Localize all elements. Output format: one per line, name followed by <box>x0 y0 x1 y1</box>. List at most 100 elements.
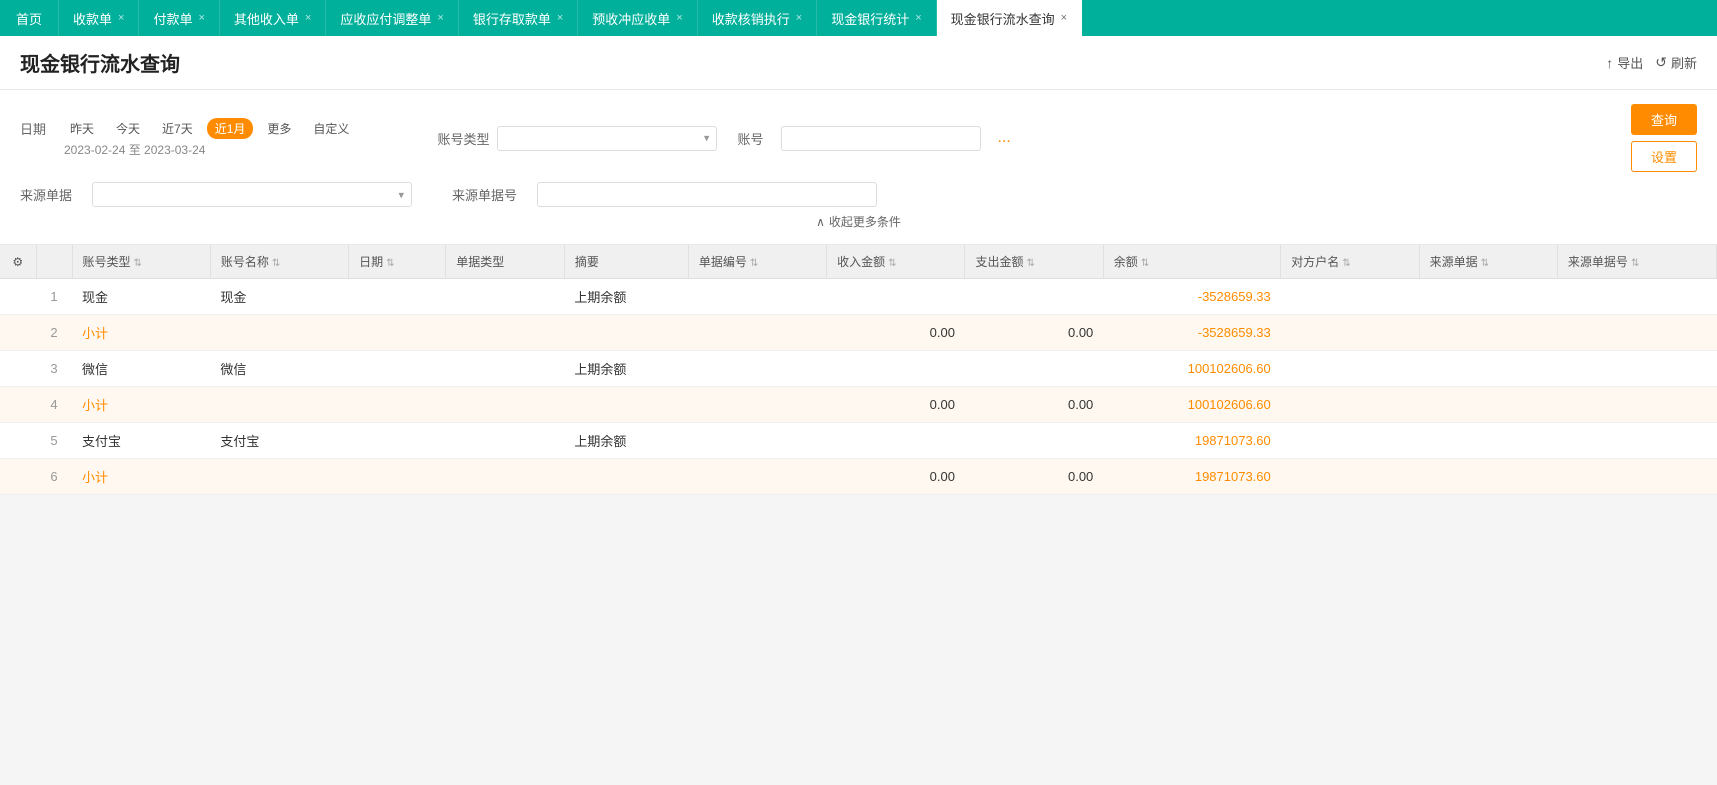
cell-account-type: 现金 <box>72 279 210 315</box>
cell-date <box>349 279 446 315</box>
account-filter: 账号 ... <box>737 126 1018 151</box>
date-range-display: 2023-02-24 至 2023-03-24 <box>64 143 205 157</box>
col-account-type[interactable]: 账号类型⇅ <box>72 245 210 279</box>
col-source-doc[interactable]: 来源单据⇅ <box>1419 245 1557 279</box>
close-icon[interactable]: × <box>118 12 124 24</box>
cell-source-doc-no <box>1557 387 1716 423</box>
col-counterpart[interactable]: 对方户名⇅ <box>1281 245 1419 279</box>
source-doc-select[interactable] <box>92 182 412 207</box>
cell-date <box>349 387 446 423</box>
cell-income <box>827 351 965 387</box>
cell-summary <box>564 315 688 351</box>
nav-home[interactable]: 首页 <box>0 0 59 36</box>
close-icon[interactable]: × <box>796 12 802 24</box>
cell-expense: 0.00 <box>965 315 1103 351</box>
nav-tab-收款单[interactable]: 收款单 × <box>59 0 139 36</box>
cell-account-type: 小计 <box>72 315 210 351</box>
source-doc-no-input[interactable] <box>537 182 877 207</box>
cell-date <box>349 459 446 495</box>
cell-account-name: 支付宝 <box>210 423 348 459</box>
page-header: 现金银行流水查询 ↑ 导出 ↺ 刷新 <box>0 36 1717 90</box>
cell-settings <box>0 387 36 423</box>
nav-tab-银行存取款单[interactable]: 银行存取款单 × <box>459 0 578 36</box>
close-icon[interactable]: × <box>676 12 682 24</box>
cell-account-type: 微信 <box>72 351 210 387</box>
collapse-bar[interactable]: ∧ 收起更多条件 <box>20 207 1697 234</box>
cell-source-doc-no <box>1557 279 1716 315</box>
close-icon[interactable]: × <box>305 12 311 24</box>
account-dots-button[interactable]: ... <box>989 127 1018 149</box>
cell-num: 4 <box>36 387 72 423</box>
col-account-name[interactable]: 账号名称⇅ <box>210 245 348 279</box>
settings-icon[interactable]: ⚙ <box>12 255 23 269</box>
nav-tab-现金银行统计[interactable]: 现金银行统计 × <box>817 0 936 36</box>
cell-account-name: 微信 <box>210 351 348 387</box>
col-date[interactable]: 日期⇅ <box>349 245 446 279</box>
close-icon[interactable]: × <box>557 12 563 24</box>
settings-button[interactable]: 设置 <box>1631 141 1697 172</box>
page-title: 现金银行流水查询 <box>20 48 180 77</box>
cell-counterpart <box>1281 459 1419 495</box>
col-balance[interactable]: 余额⇅ <box>1103 245 1280 279</box>
cell-doc-type <box>446 315 565 351</box>
table-row: 6 小计 0.00 0.00 19871073.60 <box>0 459 1717 495</box>
query-button[interactable]: 查询 <box>1631 104 1697 135</box>
nav-tab-现金银行流水查询[interactable]: 现金银行流水查询 × <box>937 0 1082 36</box>
cell-num: 1 <box>36 279 72 315</box>
nav-tab-应收应付调整单[interactable]: 应收应付调整单 × <box>326 0 458 36</box>
source-doc-no-label: 来源单据号 <box>452 185 517 204</box>
source-doc-select-wrapper <box>92 182 412 207</box>
refresh-button[interactable]: ↺ 刷新 <box>1655 53 1697 72</box>
table-row: 1 现金 现金 上期余额 -3528659.33 <box>0 279 1717 315</box>
account-type-select[interactable] <box>497 126 717 151</box>
cell-account-name <box>210 459 348 495</box>
table-row: 4 小计 0.00 0.00 100102606.60 <box>0 387 1717 423</box>
date-btn-yesterday[interactable]: 昨天 <box>62 118 102 139</box>
cell-source-doc <box>1419 423 1557 459</box>
table-row: 5 支付宝 支付宝 上期余额 19871073.60 <box>0 423 1717 459</box>
date-filter-block: 日期 昨天 今天 近7天 近1月 更多 自定义 2023-02-24 至 202… <box>20 118 357 158</box>
cell-expense: 0.00 <box>965 387 1103 423</box>
col-income[interactable]: 收入金额⇅ <box>827 245 965 279</box>
nav-tab-付款单[interactable]: 付款单 × <box>139 0 219 36</box>
col-settings: ⚙ <box>0 245 36 279</box>
cell-counterpart <box>1281 351 1419 387</box>
cell-expense <box>965 423 1103 459</box>
col-expense[interactable]: 支出金额⇅ <box>965 245 1103 279</box>
cell-counterpart <box>1281 423 1419 459</box>
date-btn-more[interactable]: 更多 <box>259 118 299 139</box>
cell-source-doc-no <box>1557 423 1716 459</box>
nav-tab-预收冲应收单[interactable]: 预收冲应收单 × <box>578 0 697 36</box>
account-input[interactable] <box>781 126 981 151</box>
close-icon[interactable]: × <box>198 12 204 24</box>
cell-income: 0.00 <box>827 315 965 351</box>
collapse-label: 收起更多条件 <box>829 213 901 230</box>
cell-summary: 上期余额 <box>564 351 688 387</box>
date-btn-7days[interactable]: 近7天 <box>154 118 201 139</box>
cell-income <box>827 279 965 315</box>
cell-doc-type <box>446 459 565 495</box>
col-doc-no[interactable]: 单据编号⇅ <box>688 245 826 279</box>
close-icon[interactable]: × <box>915 12 921 24</box>
source-doc-label: 来源单据 <box>20 185 72 204</box>
cell-account-name: 现金 <box>210 279 348 315</box>
date-btn-custom[interactable]: 自定义 <box>305 118 357 139</box>
close-icon[interactable]: × <box>1061 12 1067 24</box>
date-btn-1month[interactable]: 近1月 <box>207 118 254 139</box>
cell-source-doc-no <box>1557 315 1716 351</box>
nav-tab-其他收入单[interactable]: 其他收入单 × <box>220 0 326 36</box>
date-btn-today[interactable]: 今天 <box>108 118 148 139</box>
cell-num: 5 <box>36 423 72 459</box>
cell-settings <box>0 423 36 459</box>
col-source-doc-no[interactable]: 来源单据号⇅ <box>1557 245 1716 279</box>
cell-source-doc <box>1419 279 1557 315</box>
close-icon[interactable]: × <box>437 12 443 24</box>
export-button[interactable]: ↑ 导出 <box>1606 53 1643 72</box>
cell-doc-type <box>446 387 565 423</box>
data-table: ⚙ 账号类型⇅ 账号名称⇅ 日期⇅ 单据类型 摘要 单据编号⇅ 收入金额⇅ 支出… <box>0 245 1717 495</box>
cell-account-type: 小计 <box>72 459 210 495</box>
nav-tab-收款核销执行[interactable]: 收款核销执行 × <box>698 0 817 36</box>
cell-summary <box>564 387 688 423</box>
cell-balance: 19871073.60 <box>1103 459 1280 495</box>
date-options: 昨天 今天 近7天 近1月 更多 自定义 <box>62 118 357 139</box>
